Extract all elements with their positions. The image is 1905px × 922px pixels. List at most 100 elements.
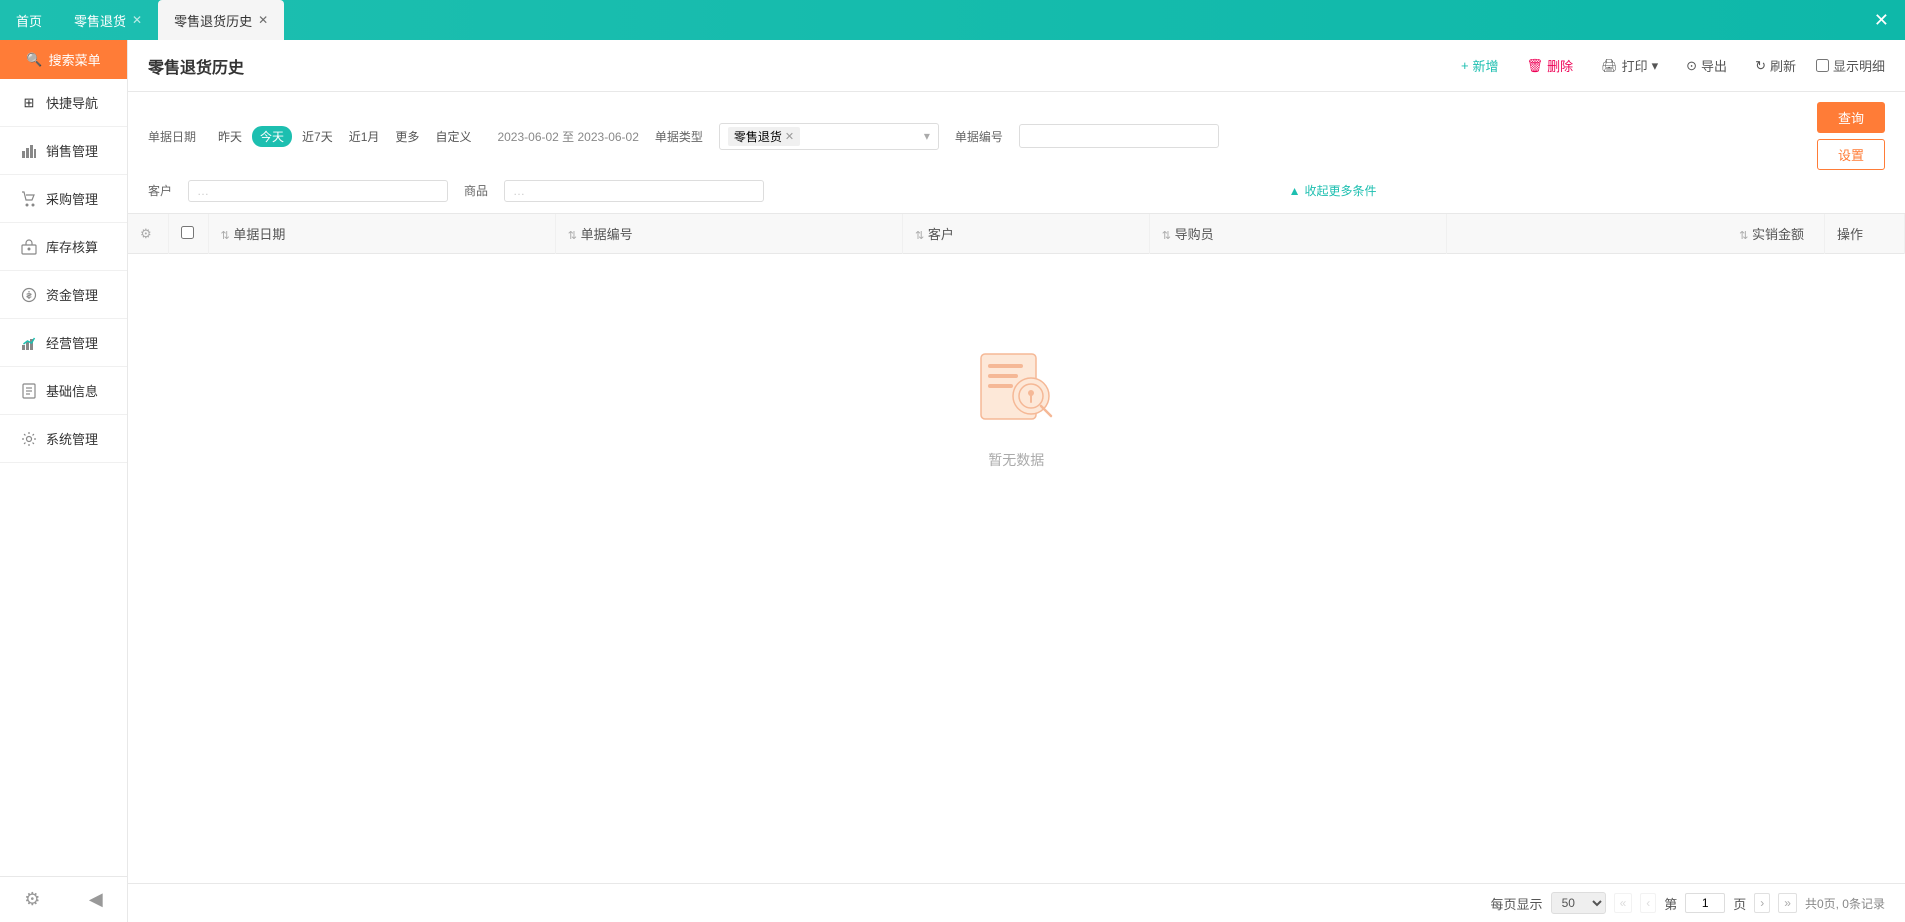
new-icon: + <box>1461 58 1469 73</box>
export-icon: ⊙ <box>1686 58 1697 74</box>
tab-return[interactable]: 零售退货 ✕ <box>58 0 158 40</box>
sidebar: 🔍 搜索菜单 ⊞ 快捷导航 销售管理 采购管理 <box>0 40 128 922</box>
filter-area: 单据日期 昨天 今天 近7天 近1月 更多 自定义 2023-06-02 至 2… <box>128 92 1905 214</box>
delete-button[interactable]: 🗑 删除 <box>1519 52 1582 79</box>
type-select-arrow: ▾ <box>924 129 930 143</box>
type-filter-label: 单据类型 <box>655 128 703 145</box>
date-btn-custom[interactable]: 自定义 <box>429 126 477 147</box>
delete-label: 删除 <box>1547 56 1573 75</box>
pagination-prev-button[interactable]: ‹ <box>1640 893 1656 913</box>
collapse-label: 收起更多条件 <box>1304 182 1376 199</box>
sidebar-item-system[interactable]: 系统管理 <box>0 415 127 463</box>
sidebar-item-basic-info[interactable]: 基础信息 <box>0 367 127 415</box>
new-label: 新增 <box>1473 56 1499 75</box>
sidebar-item-label: 经营管理 <box>46 333 98 352</box>
th-customer-label: 客户 <box>928 227 954 242</box>
new-button[interactable]: + 新增 <box>1453 52 1507 79</box>
table-header-row: ⚙ ⇅ 单据日期 ⇅ 单据编号 <box>128 214 1905 254</box>
sidebar-item-inventory[interactable]: 库存核算 <box>0 223 127 271</box>
export-button[interactable]: ⊙ 导出 <box>1678 52 1735 79</box>
pagination-first-button[interactable]: « <box>1614 893 1633 913</box>
main-layout: 🔍 搜索菜单 ⊞ 快捷导航 销售管理 采购管理 <box>0 40 1905 922</box>
tab-home[interactable]: 首页 <box>0 0 58 40</box>
refresh-label: 刷新 <box>1770 56 1796 75</box>
page-number-input[interactable] <box>1685 893 1725 913</box>
pagination-last-button[interactable]: » <box>1778 893 1797 913</box>
basic-info-icon <box>20 382 38 400</box>
th-number[interactable]: ⇅ 单据编号 <box>555 214 902 254</box>
th-guide[interactable]: ⇅ 导购员 <box>1149 214 1446 254</box>
collapse-button[interactable]: ▲ 收起更多条件 <box>1289 178 1377 203</box>
date-btn-yesterday[interactable]: 昨天 <box>212 126 248 147</box>
sidebar-search-button[interactable]: 🔍 搜索菜单 <box>0 40 127 79</box>
delete-icon: 🗑 <box>1527 58 1544 74</box>
table-container: ⚙ ⇅ 单据日期 ⇅ 单据编号 <box>128 214 1905 883</box>
sort-icon: ⇅ <box>1739 230 1748 242</box>
tab-return-label: 零售退货 <box>74 11 126 30</box>
th-date[interactable]: ⇅ 单据日期 <box>208 214 555 254</box>
table-settings-icon[interactable]: ⚙ <box>140 226 152 241</box>
query-button[interactable]: 查询 <box>1817 102 1885 133</box>
sidebar-item-operation[interactable]: 经营管理 <box>0 319 127 367</box>
sidebar-item-quick-nav[interactable]: ⊞ 快捷导航 <box>0 79 127 127</box>
type-tag-close[interactable]: ✕ <box>785 130 794 143</box>
th-amount[interactable]: ⇅ 实销金额 <box>1446 214 1824 254</box>
sidebar-settings-button[interactable]: ⚙ <box>24 889 40 910</box>
sort-icon: ⇅ <box>915 230 924 242</box>
customer-filter-label: 客户 <box>148 182 172 199</box>
sidebar-item-label: 库存核算 <box>46 237 98 256</box>
sidebar-menu: ⊞ 快捷导航 销售管理 采购管理 库存核算 <box>0 79 127 876</box>
th-amount-label: 实销金额 <box>1752 227 1804 242</box>
filter-action-buttons: 查询 设置 <box>1817 102 1885 170</box>
th-settings: ⚙ <box>128 214 168 254</box>
filter-row-2: 客户 … 商品 … ▲ 收起更多条件 <box>148 178 1885 203</box>
operation-icon <box>20 334 38 352</box>
top-bar-right: ✕ <box>1874 11 1905 29</box>
sidebar-item-label: 系统管理 <box>46 429 98 448</box>
date-btn-7days[interactable]: 近7天 <box>296 126 339 147</box>
sidebar-toggle-button[interactable]: ◀ <box>89 889 103 910</box>
sidebar-item-purchase[interactable]: 采购管理 <box>0 175 127 223</box>
refresh-icon: ↻ <box>1755 58 1766 74</box>
show-details-input[interactable] <box>1816 59 1829 72</box>
sidebar-item-finance[interactable]: 资金管理 <box>0 271 127 319</box>
date-filters: 昨天 今天 近7天 近1月 更多 自定义 <box>212 126 477 147</box>
window-close-button[interactable]: ✕ <box>1874 11 1889 29</box>
refresh-button[interactable]: ↻ 刷新 <box>1747 52 1804 79</box>
total-info: 共0页, 0条记录 <box>1805 895 1885 912</box>
print-button[interactable]: 🖨 打印 ▾ <box>1593 52 1666 79</box>
type-select[interactable]: 零售退货 ✕ ▾ <box>719 123 939 150</box>
header-actions: + 新增 🗑 删除 🖨 打印 ▾ ⊙ 导出 ↻ 刷新 <box>1453 52 1885 79</box>
th-checkbox <box>168 214 208 254</box>
sidebar-item-label: 快捷导航 <box>46 93 98 112</box>
sidebar-item-label: 采购管理 <box>46 189 98 208</box>
top-bar: 首页 零售退货 ✕ 零售退货历史 ✕ ✕ <box>0 0 1905 40</box>
number-filter-input[interactable] <box>1019 124 1219 148</box>
filter-settings-button[interactable]: 设置 <box>1817 139 1885 170</box>
export-label: 导出 <box>1701 56 1727 75</box>
customer-select[interactable]: … <box>188 180 448 202</box>
search-icon: 🔍 <box>26 52 42 68</box>
goods-select[interactable]: … <box>504 180 764 202</box>
select-all-checkbox[interactable] <box>181 226 194 239</box>
date-btn-today[interactable]: 今天 <box>252 126 292 147</box>
page-size-select[interactable]: 50 10 20 100 <box>1551 892 1606 914</box>
page-unit: 页 <box>1733 894 1746 913</box>
print-dropdown-icon: ▾ <box>1652 58 1659 74</box>
sidebar-item-label: 销售管理 <box>46 141 98 160</box>
type-tag-label: 零售退货 <box>734 128 782 145</box>
tab-history[interactable]: 零售退货历史 ✕ <box>158 0 284 40</box>
sidebar-item-label: 基础信息 <box>46 381 98 400</box>
sidebar-item-sales[interactable]: 销售管理 <box>0 127 127 175</box>
tab-history-close[interactable]: ✕ <box>258 13 268 27</box>
tab-return-close[interactable]: ✕ <box>132 13 142 27</box>
pagination-next-button[interactable]: › <box>1754 893 1770 913</box>
show-details-checkbox[interactable]: 显示明细 <box>1816 56 1885 75</box>
th-customer[interactable]: ⇅ 客户 <box>903 214 1150 254</box>
collapse-icon: ▲ <box>1289 184 1301 198</box>
page-size-label: 每页显示 <box>1491 894 1543 913</box>
date-btn-more[interactable]: 更多 <box>389 126 425 147</box>
page-title: 零售退货历史 <box>148 54 244 78</box>
date-btn-1month[interactable]: 近1月 <box>343 126 386 147</box>
print-label: 打印 <box>1622 56 1648 75</box>
